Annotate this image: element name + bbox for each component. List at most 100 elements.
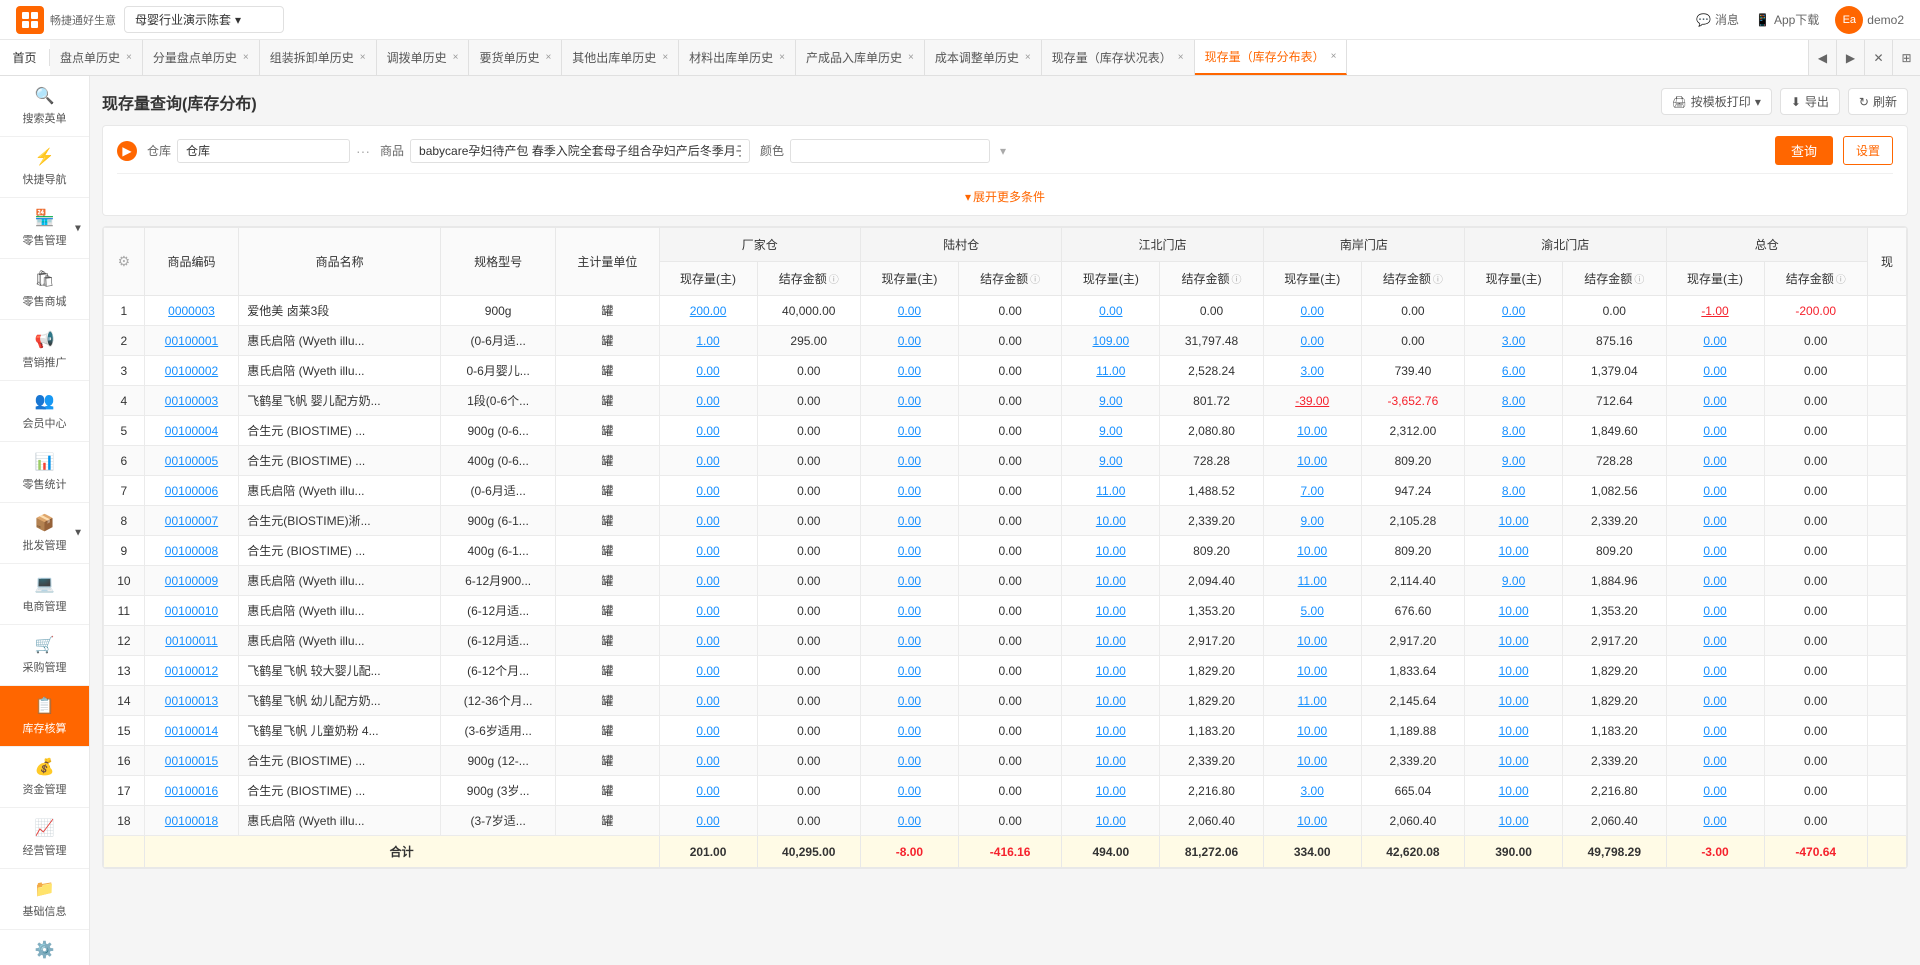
row-w1-qty[interactable]: 0.00: [659, 746, 757, 776]
row-w3-qty[interactable]: 11.00: [1062, 476, 1160, 506]
tab-item-3[interactable]: 组装拆卸单历史×: [260, 40, 377, 75]
row-w3-qty[interactable]: 11.00: [1062, 356, 1160, 386]
row-w4-qty[interactable]: 10.00: [1263, 536, 1361, 566]
tab-home[interactable]: 首页: [0, 49, 50, 66]
row-code[interactable]: 00100018: [144, 806, 239, 836]
info-icon-1[interactable]: ⓘ: [829, 275, 839, 286]
row-w3-qty[interactable]: 10.00: [1062, 626, 1160, 656]
row-w1-qty[interactable]: 0.00: [659, 716, 757, 746]
row-w4-qty[interactable]: 0.00: [1263, 296, 1361, 326]
row-w3-qty[interactable]: 10.00: [1062, 566, 1160, 596]
row-w4-qty[interactable]: 5.00: [1263, 596, 1361, 626]
row-w4-qty[interactable]: 3.00: [1263, 776, 1361, 806]
sidebar-item-wholesale[interactable]: 📦 批发管理 ▼: [0, 503, 89, 564]
row-w2-qty[interactable]: 0.00: [860, 536, 958, 566]
store-selector[interactable]: 母婴行业演示陈套 ▾: [124, 6, 284, 33]
row-w1-qty[interactable]: 200.00: [659, 296, 757, 326]
row-w3-qty[interactable]: 10.00: [1062, 656, 1160, 686]
row-w5-qty[interactable]: 0.00: [1465, 296, 1563, 326]
row-w5-qty[interactable]: 10.00: [1465, 776, 1563, 806]
row-w1-qty[interactable]: 0.00: [659, 446, 757, 476]
sidebar-item-marketing[interactable]: 📢 营销推广: [0, 320, 89, 381]
row-w2-qty[interactable]: 0.00: [860, 326, 958, 356]
row-w3-qty[interactable]: 10.00: [1062, 776, 1160, 806]
color-input[interactable]: [790, 139, 990, 163]
row-w1-qty[interactable]: 0.00: [659, 476, 757, 506]
row-w2-qty[interactable]: 0.00: [860, 416, 958, 446]
row-code[interactable]: 00100012: [144, 656, 239, 686]
tab-item-4[interactable]: 调拨单历史×: [377, 40, 470, 75]
row-w2-qty[interactable]: 0.00: [860, 656, 958, 686]
row-code[interactable]: 00100003: [144, 386, 239, 416]
row-code[interactable]: 00100009: [144, 566, 239, 596]
sidebar-item-basic-info[interactable]: 📁 基础信息: [0, 869, 89, 930]
sidebar-item-purchase[interactable]: 🛒 采购管理: [0, 625, 89, 686]
tab-item-9[interactable]: 成本调整单历史×: [925, 40, 1042, 75]
row-w5-qty[interactable]: 10.00: [1465, 806, 1563, 836]
tab-expand-btn[interactable]: ⊞: [1892, 40, 1920, 76]
row-w2-qty[interactable]: 0.00: [860, 776, 958, 806]
row-code[interactable]: 00100010: [144, 596, 239, 626]
sidebar-item-mall[interactable]: 🛍 零售商城: [0, 259, 89, 320]
info-icon-4[interactable]: ⓘ: [1433, 275, 1443, 286]
row-w5-qty[interactable]: 8.00: [1465, 386, 1563, 416]
row-w5-qty[interactable]: 10.00: [1465, 536, 1563, 566]
info-icon-3[interactable]: ⓘ: [1232, 275, 1242, 286]
row-w1-qty[interactable]: 0.00: [659, 386, 757, 416]
row-w1-qty[interactable]: 0.00: [659, 686, 757, 716]
user-area[interactable]: Ea demo2: [1835, 6, 1904, 34]
tab-close-7[interactable]: ×: [779, 52, 785, 63]
row-code[interactable]: 00100013: [144, 686, 239, 716]
row-wt-qty[interactable]: 0.00: [1666, 806, 1764, 836]
row-w4-qty[interactable]: 10.00: [1263, 446, 1361, 476]
row-w4-qty[interactable]: 9.00: [1263, 506, 1361, 536]
row-w1-qty[interactable]: 0.00: [659, 596, 757, 626]
row-w4-qty[interactable]: -39.00: [1263, 386, 1361, 416]
row-wt-qty[interactable]: 0.00: [1666, 386, 1764, 416]
row-wt-qty[interactable]: 0.00: [1666, 686, 1764, 716]
row-w5-qty[interactable]: 10.00: [1465, 506, 1563, 536]
row-code[interactable]: 00100008: [144, 536, 239, 566]
row-w3-qty[interactable]: 9.00: [1062, 386, 1160, 416]
tab-item-5[interactable]: 要货单历史×: [469, 40, 562, 75]
row-w2-qty[interactable]: 0.00: [860, 686, 958, 716]
sidebar-item-search[interactable]: 🔍 搜索英单: [0, 76, 89, 137]
tab-item-1[interactable]: 盘点单历史×: [50, 40, 143, 75]
row-wt-qty[interactable]: 0.00: [1666, 446, 1764, 476]
row-code[interactable]: 00100011: [144, 626, 239, 656]
row-w5-qty[interactable]: 10.00: [1465, 716, 1563, 746]
tab-prev-btn[interactable]: ◀: [1808, 40, 1836, 76]
row-w1-qty[interactable]: 0.00: [659, 536, 757, 566]
tab-close-6[interactable]: ×: [662, 52, 668, 63]
tab-item-2[interactable]: 分量盘点单历史×: [143, 40, 260, 75]
row-wt-qty[interactable]: -1.00: [1666, 296, 1764, 326]
row-w2-qty[interactable]: 0.00: [860, 506, 958, 536]
row-w2-qty[interactable]: 0.00: [860, 626, 958, 656]
row-w1-qty[interactable]: 0.00: [659, 656, 757, 686]
row-wt-qty[interactable]: 0.00: [1666, 716, 1764, 746]
row-w5-qty[interactable]: 9.00: [1465, 566, 1563, 596]
row-wt-qty[interactable]: 0.00: [1666, 476, 1764, 506]
row-w2-qty[interactable]: 0.00: [860, 296, 958, 326]
row-w4-qty[interactable]: 10.00: [1263, 626, 1361, 656]
tab-item-6[interactable]: 其他出库单历史×: [562, 40, 679, 75]
row-w3-qty[interactable]: 10.00: [1062, 686, 1160, 716]
tab-close-5[interactable]: ×: [545, 52, 551, 63]
row-w4-qty[interactable]: 10.00: [1263, 656, 1361, 686]
sidebar-item-operations[interactable]: 📈 经营管理: [0, 808, 89, 869]
sidebar-item-retail-mgmt[interactable]: 🏪 零售管理 ▲: [0, 198, 89, 259]
row-code[interactable]: 00100007: [144, 506, 239, 536]
tab-item-10[interactable]: 现存量（库存状况表）×: [1042, 40, 1195, 75]
info-icon-2[interactable]: ⓘ: [1030, 275, 1040, 286]
tab-close-all-btn[interactable]: ✕: [1864, 40, 1892, 76]
row-w2-qty[interactable]: 0.00: [860, 806, 958, 836]
row-w3-qty[interactable]: 10.00: [1062, 536, 1160, 566]
row-w2-qty[interactable]: 0.00: [860, 746, 958, 776]
info-icon-6[interactable]: ⓘ: [1836, 275, 1846, 286]
row-w3-qty[interactable]: 109.00: [1062, 326, 1160, 356]
row-wt-qty[interactable]: 0.00: [1666, 626, 1764, 656]
query-btn[interactable]: 查询: [1775, 136, 1833, 165]
row-w2-qty[interactable]: 0.00: [860, 446, 958, 476]
row-w5-qty[interactable]: 9.00: [1465, 446, 1563, 476]
row-w4-qty[interactable]: 0.00: [1263, 326, 1361, 356]
